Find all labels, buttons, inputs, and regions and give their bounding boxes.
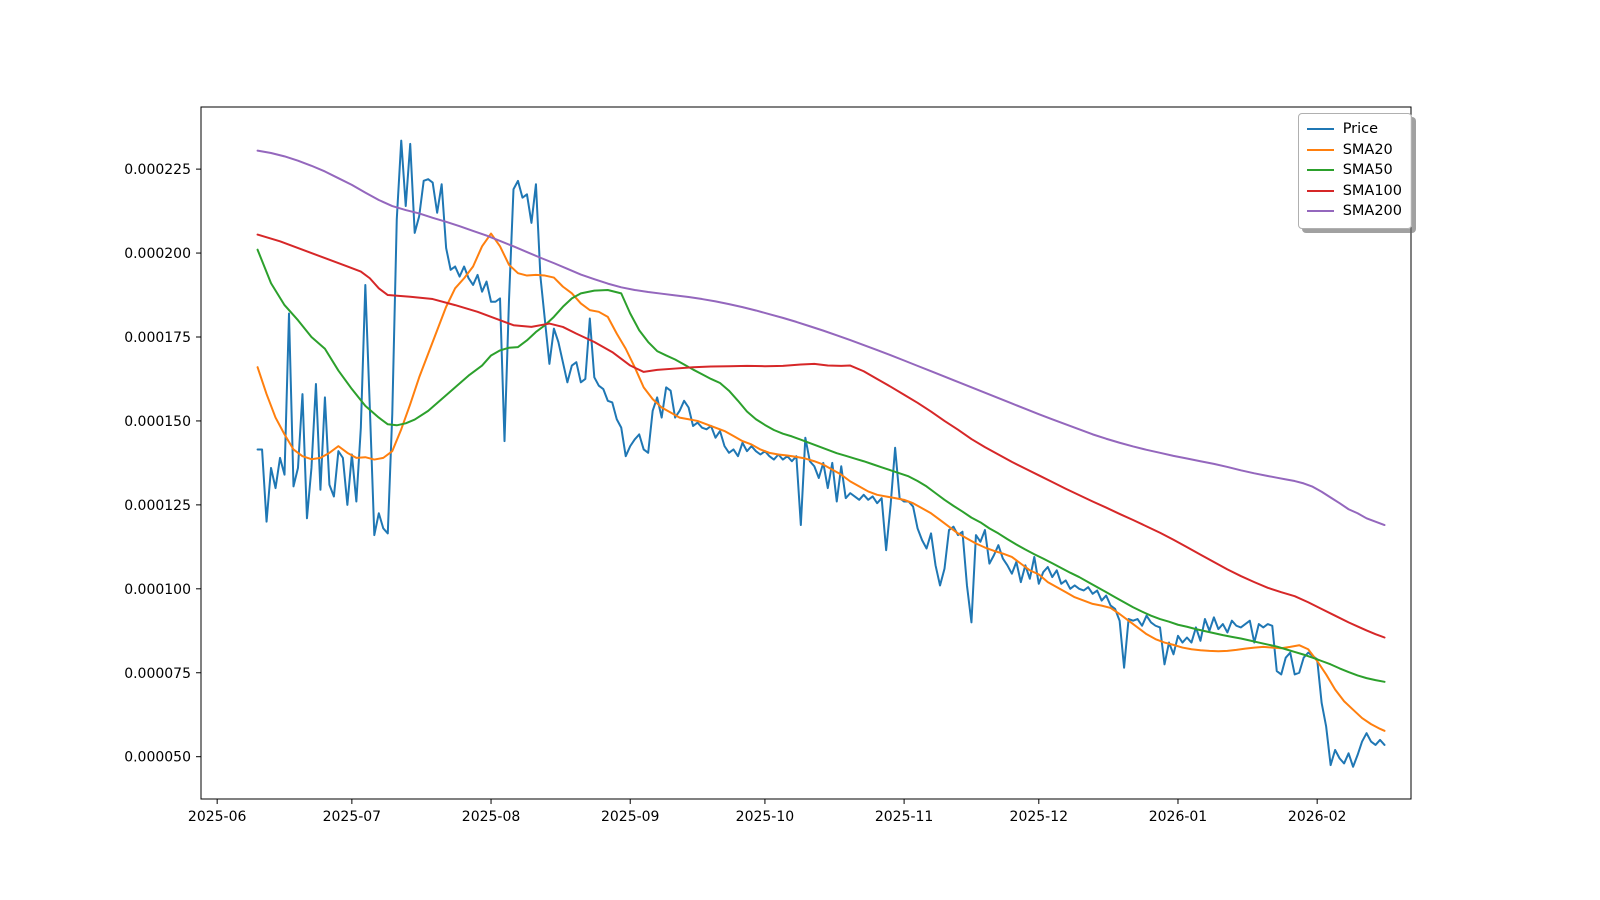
sma50-line [256, 248, 1386, 683]
y-tick-label: 0.000125 [124, 498, 191, 514]
legend-label: SMA50 [1342, 162, 1393, 178]
legend-item-sma200: SMA200 [1306, 201, 1402, 222]
legend-line-sample-icon [1306, 128, 1334, 131]
legend-label: SMA200 [1342, 203, 1402, 219]
legend-label: Price [1342, 121, 1379, 137]
legend-line-sample-icon [1306, 148, 1334, 151]
legend-item-sma50: SMA50 [1306, 160, 1402, 181]
legend-line-sample-icon [1306, 210, 1334, 213]
legend-item-price: Price [1306, 119, 1402, 140]
x-tick-label: 2025-06 [188, 809, 247, 825]
legend-line-sample-icon [1306, 169, 1334, 172]
x-tick-label: 2025-11 [875, 809, 934, 825]
y-tick-label: 0.000150 [124, 414, 191, 430]
legend-item-sma20: SMA20 [1306, 140, 1402, 161]
y-tick-label: 0.000200 [124, 246, 191, 262]
chart-figure: 2025-06 2025-07 2025-08 2025-09 2025-10 2025-… [0, 0, 1600, 900]
x-tick-label: 2025-07 [323, 809, 382, 825]
price-line [256, 139, 1386, 768]
sma20-line [256, 232, 1386, 732]
y-tick-label: 0.000225 [124, 162, 191, 178]
x-tick-label: 2025-09 [601, 809, 660, 825]
y-tick-label: 0.000075 [124, 666, 191, 682]
y-tick-label: 0.000175 [124, 330, 191, 346]
y-tick-label: 0.000100 [124, 582, 191, 598]
x-tick-label: 2026-02 [1288, 809, 1347, 825]
x-tick-label: 2025-08 [462, 809, 521, 825]
legend-label: SMA100 [1342, 182, 1402, 199]
y-tick-label: 0.000050 [124, 750, 191, 766]
x-tick-label: 2026-01 [1149, 809, 1208, 825]
plot-border [200, 106, 1412, 800]
x-tick-label: 2025-12 [1010, 809, 1069, 825]
legend-item-sma100: SMA100 [1306, 181, 1402, 202]
sma100-line [256, 233, 1386, 639]
legend-label: SMA20 [1342, 141, 1393, 158]
x-tick-label: 2025-10 [736, 809, 795, 825]
legend-line-sample-icon [1306, 189, 1334, 192]
legend: Price SMA20 SMA50 SMA100 SMA200 [1297, 113, 1412, 229]
